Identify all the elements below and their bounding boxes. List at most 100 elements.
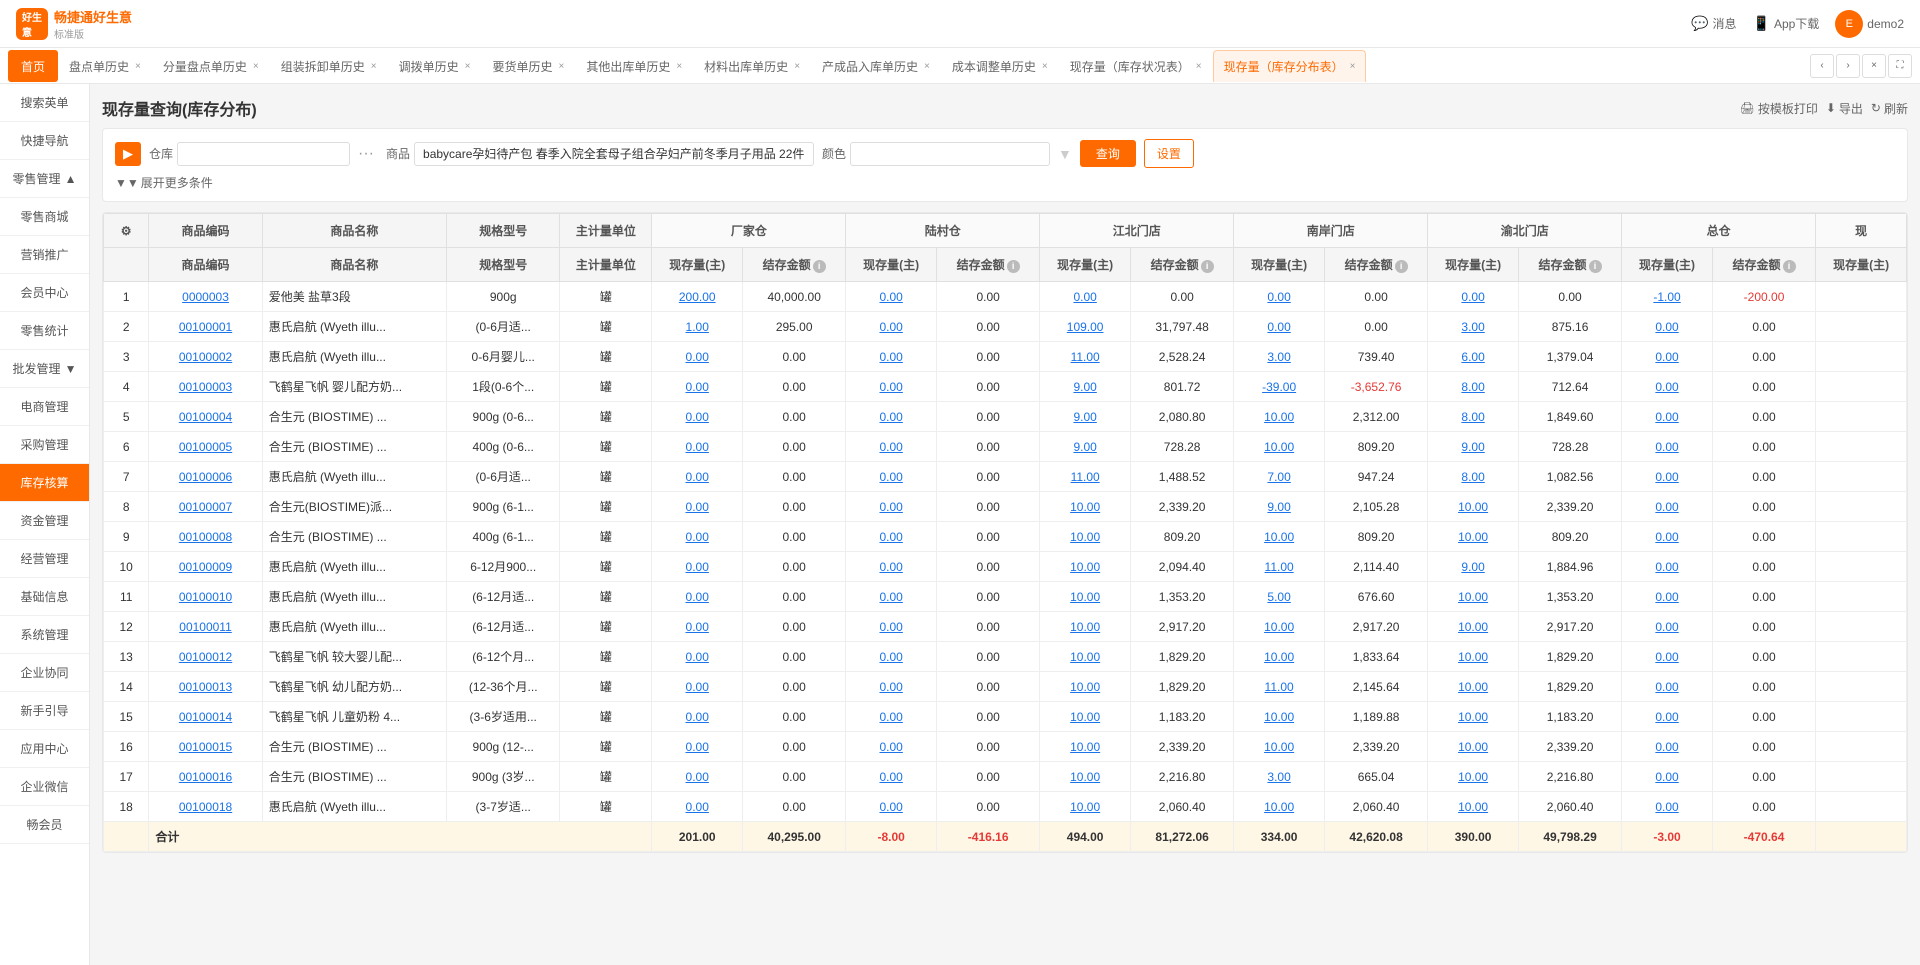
tab-close-9[interactable]: ×	[1042, 61, 1048, 72]
cell-code[interactable]: 00100010	[149, 582, 262, 612]
cell-fc-qty[interactable]: 0.00	[652, 492, 743, 522]
cell-fc-qty[interactable]: 0.00	[652, 462, 743, 492]
cell-total-qty[interactable]: 0.00	[1622, 552, 1713, 582]
total-amt-info[interactable]: i	[1783, 260, 1796, 273]
settings-button[interactable]: 设置	[1144, 139, 1194, 168]
cell-lc-qty[interactable]: 0.00	[846, 462, 937, 492]
cell-jb-qty[interactable]: 10.00	[1040, 762, 1131, 792]
cell-jb-qty[interactable]: 9.00	[1040, 402, 1131, 432]
tab-close-4[interactable]: ×	[465, 61, 471, 72]
cell-yb-qty[interactable]: 9.00	[1428, 552, 1519, 582]
sidebar-item-inventory[interactable]: 库存核算	[0, 464, 89, 502]
cell-fc-qty[interactable]: 1.00	[652, 312, 743, 342]
cell-na-qty[interactable]: 3.00	[1234, 342, 1325, 372]
tab-4[interactable]: 调拨单历史 ×	[388, 50, 482, 82]
gear-icon[interactable]: ⚙	[121, 224, 132, 238]
sidebar-item-wholesale[interactable]: 批发管理 ▼	[0, 350, 89, 388]
cell-fc-qty[interactable]: 0.00	[652, 612, 743, 642]
cell-yb-qty[interactable]: 10.00	[1428, 612, 1519, 642]
cell-na-qty[interactable]: 0.00	[1234, 282, 1325, 312]
cell-code[interactable]: 00100015	[149, 732, 262, 762]
cell-na-qty[interactable]: 9.00	[1234, 492, 1325, 522]
cell-code[interactable]: 00100012	[149, 642, 262, 672]
tab-10[interactable]: 现存量（库存状况表） ×	[1059, 50, 1213, 82]
cell-yb-qty[interactable]: 10.00	[1428, 792, 1519, 822]
tab-2[interactable]: 分量盘点单历史 ×	[152, 50, 270, 82]
cell-total-qty[interactable]: 0.00	[1622, 372, 1713, 402]
cell-na-qty[interactable]: 10.00	[1234, 432, 1325, 462]
cell-lc-qty[interactable]: 0.00	[846, 762, 937, 792]
cell-na-qty[interactable]: 10.00	[1234, 702, 1325, 732]
cell-lc-qty[interactable]: 0.00	[846, 492, 937, 522]
cell-code[interactable]: 00100006	[149, 462, 262, 492]
nav-close-all-btn[interactable]: ×	[1862, 54, 1886, 78]
refresh-btn[interactable]: ↻ 刷新	[1871, 100, 1908, 117]
cell-jb-qty[interactable]: 10.00	[1040, 612, 1131, 642]
cell-total-qty[interactable]: 0.00	[1622, 582, 1713, 612]
tab-9[interactable]: 成本调整单历史 ×	[941, 50, 1059, 82]
cell-jb-qty[interactable]: 11.00	[1040, 342, 1131, 372]
cell-jb-qty[interactable]: 10.00	[1040, 492, 1131, 522]
cell-jb-qty[interactable]: 109.00	[1040, 312, 1131, 342]
cell-na-qty[interactable]: 10.00	[1234, 612, 1325, 642]
jb-amt-info[interactable]: i	[1201, 260, 1214, 273]
cell-jb-qty[interactable]: 10.00	[1040, 582, 1131, 612]
cell-lc-qty[interactable]: 0.00	[846, 312, 937, 342]
sidebar-item-apps[interactable]: 应用中心	[0, 730, 89, 768]
cell-jb-qty[interactable]: 10.00	[1040, 732, 1131, 762]
cell-yb-qty[interactable]: 3.00	[1428, 312, 1519, 342]
cell-lc-qty[interactable]: 0.00	[846, 522, 937, 552]
cell-fc-qty[interactable]: 0.00	[652, 432, 743, 462]
sidebar-item-collab[interactable]: 企业协同	[0, 654, 89, 692]
sidebar-item-ecommerce[interactable]: 电商管理	[0, 388, 89, 426]
cell-total-qty[interactable]: 0.00	[1622, 492, 1713, 522]
cell-na-qty[interactable]: 10.00	[1234, 732, 1325, 762]
cell-total-qty[interactable]: 0.00	[1622, 402, 1713, 432]
sidebar-item-marketing[interactable]: 营销推广	[0, 236, 89, 274]
cell-fc-qty[interactable]: 0.00	[652, 792, 743, 822]
cell-na-qty[interactable]: 0.00	[1234, 312, 1325, 342]
message-btn[interactable]: 💬 消息	[1691, 15, 1736, 32]
app-download-btn[interactable]: 📱 App下载	[1753, 15, 1820, 32]
lc-amt-info[interactable]: i	[1007, 260, 1020, 273]
sidebar-item-nav[interactable]: 快捷导航	[0, 122, 89, 160]
cell-jb-qty[interactable]: 0.00	[1040, 282, 1131, 312]
tab-close-8[interactable]: ×	[924, 61, 930, 72]
cell-total-qty[interactable]: 0.00	[1622, 672, 1713, 702]
query-button[interactable]: 查询	[1080, 140, 1136, 167]
cell-fc-qty[interactable]: 0.00	[652, 702, 743, 732]
sidebar-item-retail-shop[interactable]: 零售商城	[0, 198, 89, 236]
sidebar-item-system[interactable]: 系统管理	[0, 616, 89, 654]
cell-fc-qty[interactable]: 0.00	[652, 642, 743, 672]
cell-na-qty[interactable]: 7.00	[1234, 462, 1325, 492]
sidebar-item-member[interactable]: 会员中心	[0, 274, 89, 312]
cell-yb-qty[interactable]: 10.00	[1428, 672, 1519, 702]
cell-fc-qty[interactable]: 0.00	[652, 762, 743, 792]
sidebar-item-guide[interactable]: 新手引导	[0, 692, 89, 730]
export-btn[interactable]: ⬇ 导出	[1826, 100, 1863, 117]
cell-yb-qty[interactable]: 10.00	[1428, 582, 1519, 612]
cell-total-qty[interactable]: 0.00	[1622, 432, 1713, 462]
cell-lc-qty[interactable]: 0.00	[846, 732, 937, 762]
cell-yb-qty[interactable]: 10.00	[1428, 642, 1519, 672]
tab-3[interactable]: 组装拆卸单历史 ×	[270, 50, 388, 82]
cell-lc-qty[interactable]: 0.00	[846, 552, 937, 582]
tab-close-7[interactable]: ×	[794, 61, 800, 72]
cell-lc-qty[interactable]: 0.00	[846, 672, 937, 702]
cell-total-qty[interactable]: 0.00	[1622, 462, 1713, 492]
query-expand-btn[interactable]: ▶	[115, 142, 141, 166]
cell-total-qty[interactable]: 0.00	[1622, 522, 1713, 552]
sidebar-item-retail-manage[interactable]: 零售管理 ▲	[0, 160, 89, 198]
cell-jb-qty[interactable]: 9.00	[1040, 372, 1131, 402]
cell-jb-qty[interactable]: 10.00	[1040, 792, 1131, 822]
cell-code[interactable]: 00100013	[149, 672, 262, 702]
tab-close-3[interactable]: ×	[371, 61, 377, 72]
cell-jb-qty[interactable]: 11.00	[1040, 462, 1131, 492]
tab-home[interactable]: 首页	[8, 50, 58, 82]
cell-na-qty[interactable]: 11.00	[1234, 552, 1325, 582]
tab-5[interactable]: 要货单历史 ×	[481, 50, 575, 82]
cell-code[interactable]: 00100001	[149, 312, 262, 342]
cell-fc-qty[interactable]: 0.00	[652, 672, 743, 702]
cell-code[interactable]: 00100018	[149, 792, 262, 822]
cell-na-qty[interactable]: 10.00	[1234, 402, 1325, 432]
